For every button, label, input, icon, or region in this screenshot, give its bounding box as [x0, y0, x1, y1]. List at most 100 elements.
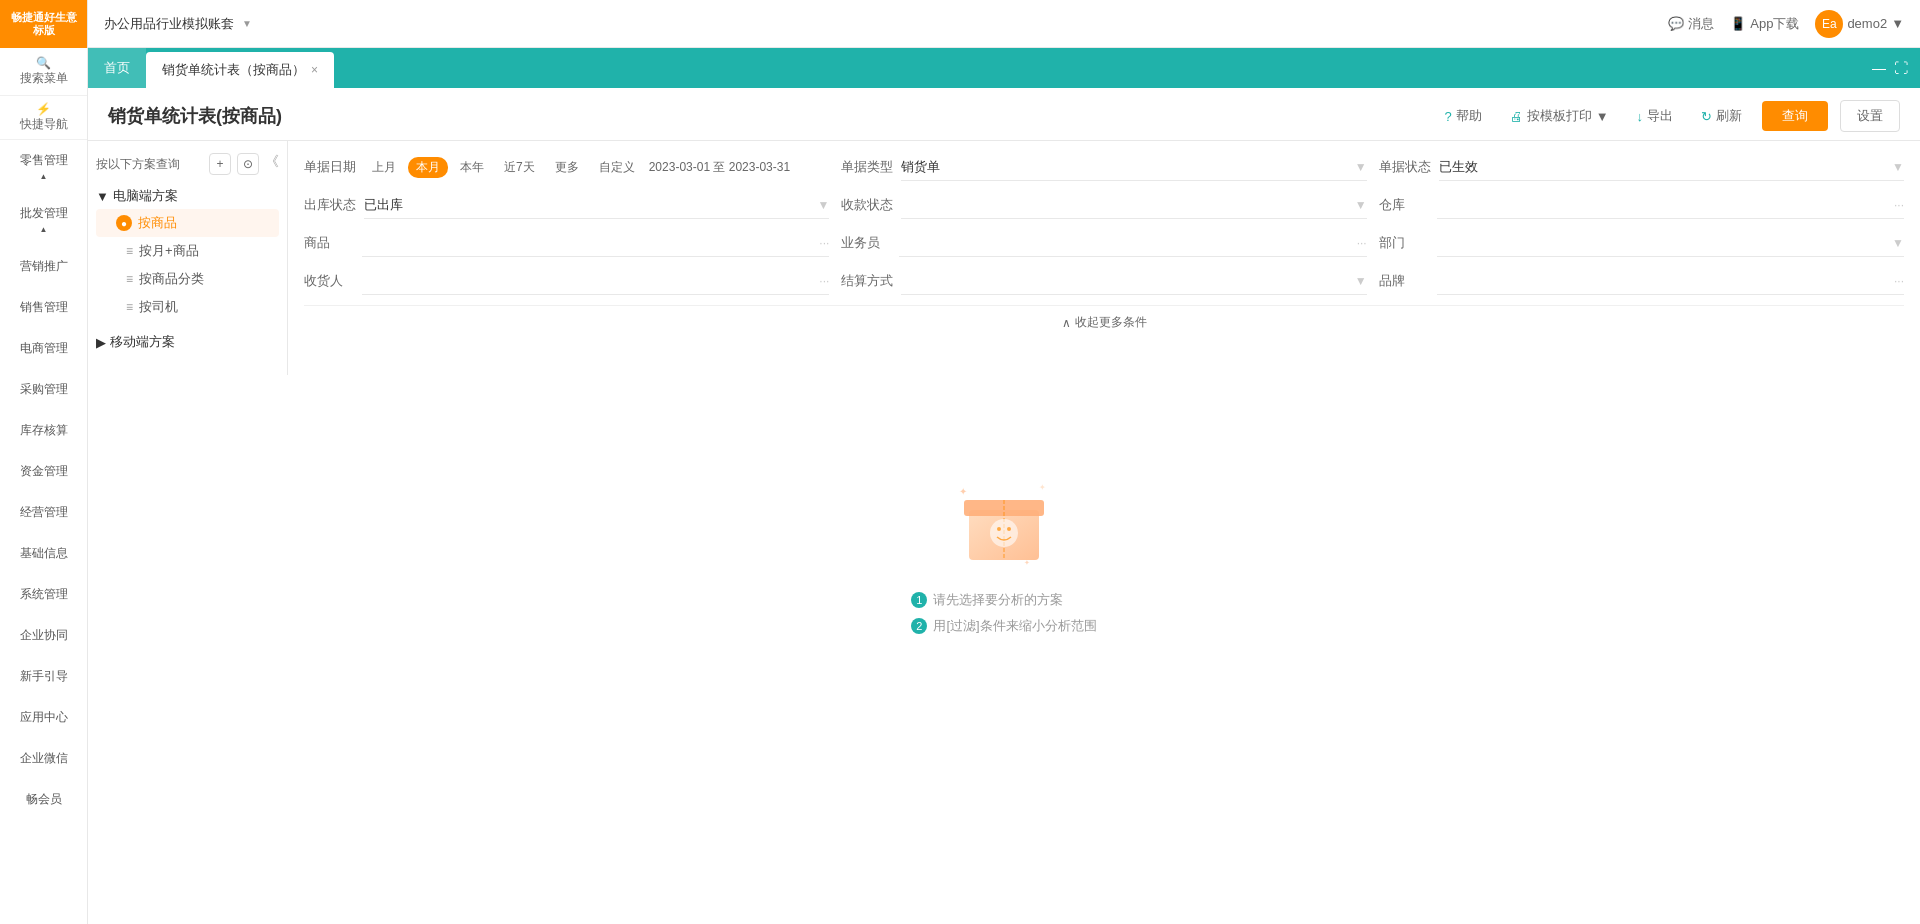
sidebar-search-menu[interactable]: 🔍 搜索菜单	[0, 48, 87, 96]
mobile-group-title[interactable]: ▶ 移动端方案	[96, 329, 279, 355]
search-icon: 🔍	[6, 56, 81, 70]
user-dropdown-icon: ▼	[1891, 16, 1904, 31]
date-tab-last-month[interactable]: 上月	[364, 157, 404, 178]
menu-label-3: 销售管理	[20, 299, 68, 316]
sidebar-item-12[interactable]: 新手引导	[0, 656, 87, 697]
receive-status-dropdown-icon[interactable]: ▼	[1355, 198, 1367, 212]
sidebar-item-15[interactable]: 畅会员	[0, 779, 87, 820]
sidebar-item-4[interactable]: 电商管理	[0, 328, 87, 369]
pc-group-title[interactable]: ▼ 电脑端方案	[96, 183, 279, 209]
print-btn[interactable]: 🖨 按模板打印 ▼	[1502, 103, 1617, 129]
doc-type-control[interactable]: 销货单 ▼	[901, 153, 1366, 181]
maximize-btn[interactable]: ⛶	[1894, 60, 1908, 76]
doc-status-control[interactable]: 已生效 ▼	[1439, 153, 1904, 181]
tab-home[interactable]: 首页	[88, 48, 146, 88]
out-status-dropdown-icon[interactable]: ▼	[817, 198, 829, 212]
pc-group-arrow: ▼	[96, 189, 109, 204]
print-dropdown-icon: ▼	[1596, 109, 1609, 124]
receive-status-control[interactable]: ▼	[901, 191, 1366, 219]
sidebar-item-8[interactable]: 经营管理	[0, 492, 87, 533]
settlement-control[interactable]: ▼	[901, 267, 1366, 295]
settlement-dropdown-icon[interactable]: ▼	[1355, 274, 1367, 288]
scheme-item-label-4: 按司机	[139, 298, 178, 316]
app-icon: 📱	[1730, 16, 1746, 31]
sidebar-item-2[interactable]: 营销推广	[0, 246, 87, 287]
sidebar-item-9[interactable]: 基础信息	[0, 533, 87, 574]
date-label: 单据日期	[304, 158, 356, 176]
scheme-item-driver[interactable]: ≡ 按司机	[96, 293, 279, 321]
doc-status-dropdown-icon[interactable]: ▼	[1892, 160, 1904, 174]
doc-status-label: 单据状态	[1379, 158, 1431, 176]
menu-arrow-0: ▲	[40, 172, 48, 181]
settlement-field: 结算方式 ▼	[841, 267, 1366, 295]
message-btn[interactable]: 💬 消息	[1668, 15, 1714, 33]
left-panel-title: 按以下方案查询	[96, 156, 180, 173]
dept-control[interactable]: ▼	[1437, 229, 1904, 257]
salesman-control[interactable]: ···	[899, 229, 1366, 257]
tab-sales-stats[interactable]: 销货单统计表（按商品） ×	[146, 52, 334, 88]
tab-close-btn[interactable]: ×	[311, 63, 318, 77]
scheme-item-month-goods[interactable]: ≡ 按月+商品	[96, 237, 279, 265]
settings-btn[interactable]: 设置	[1840, 100, 1900, 132]
refresh-label: 刷新	[1716, 107, 1742, 125]
collapse-panel-btn[interactable]: 《	[265, 153, 279, 175]
sidebar-item-3[interactable]: 销售管理	[0, 287, 87, 328]
date-tab-current-month[interactable]: 本月	[408, 157, 448, 178]
sidebar-item-10[interactable]: 系统管理	[0, 574, 87, 615]
sidebar-item-11[interactable]: 企业协同	[0, 615, 87, 656]
brand-dots-icon[interactable]: ···	[1894, 274, 1904, 288]
receiver-control[interactable]: ···	[362, 267, 829, 295]
salesman-dots-icon[interactable]: ···	[1357, 236, 1367, 250]
sidebar-item-5[interactable]: 采购管理	[0, 369, 87, 410]
brand-control[interactable]: ···	[1437, 267, 1904, 295]
edit-scheme-btn[interactable]: ⊙	[237, 153, 259, 175]
out-status-control[interactable]: 已出库 ▼	[364, 191, 829, 219]
sidebar-item-1[interactable]: 批发管理▲	[0, 193, 87, 246]
tab-spacer	[334, 48, 1860, 88]
scheme-item-by-goods[interactable]: ● 按商品	[96, 209, 279, 237]
user-menu[interactable]: Ea demo2 ▼	[1815, 10, 1904, 38]
refresh-icon: ↻	[1701, 109, 1712, 124]
header-right: 💬 消息 📱 App下载 Ea demo2 ▼	[1668, 10, 1904, 38]
scheme-item-goods-category[interactable]: ≡ 按商品分类	[96, 265, 279, 293]
empty-state: ✦ ✦ ✦ 1 请先选择要分析的方案 2 用[过滤]条件来缩小分析范围	[88, 375, 1920, 715]
date-field: 单据日期 上月 本月 本年 近7天 更多 自定义 20	[304, 157, 829, 178]
empty-tips: 1 请先选择要分析的方案 2 用[过滤]条件来缩小分析范围	[911, 591, 1096, 635]
date-tab-custom[interactable]: 自定义	[591, 157, 643, 178]
app-download-btn[interactable]: 📱 App下载	[1730, 15, 1799, 33]
industry-dropdown-icon[interactable]: ▼	[242, 18, 252, 29]
goods-dots-icon[interactable]: ···	[819, 236, 829, 250]
query-btn[interactable]: 查询	[1762, 101, 1828, 131]
collapse-filter-btn[interactable]: ∧ 收起更多条件	[304, 305, 1904, 339]
svg-point-5	[1007, 527, 1011, 531]
warehouse-dots-icon[interactable]: ···	[1894, 198, 1904, 212]
sidebar-item-13[interactable]: 应用中心	[0, 697, 87, 738]
refresh-btn[interactable]: ↻ 刷新	[1693, 103, 1750, 129]
add-scheme-btn[interactable]: +	[209, 153, 231, 175]
date-tab-7days[interactable]: 近7天	[496, 157, 543, 178]
sidebar-item-0[interactable]: 零售管理▲	[0, 140, 87, 193]
help-btn[interactable]: ? 帮助	[1436, 103, 1489, 129]
goods-control[interactable]: ···	[362, 229, 829, 257]
receiver-dots-icon[interactable]: ···	[819, 274, 829, 288]
export-btn[interactable]: ↓ 导出	[1629, 103, 1682, 129]
dept-field: 部门 ▼	[1379, 229, 1904, 257]
sidebar-item-6[interactable]: 库存核算	[0, 410, 87, 451]
doc-type-dropdown-icon[interactable]: ▼	[1355, 160, 1367, 174]
industry-name: 办公用品行业模拟账套	[104, 15, 234, 33]
search-label: 搜索菜单	[6, 70, 81, 87]
sidebar-logo-text: 畅捷通好生意	[11, 11, 77, 24]
sidebar-item-7[interactable]: 资金管理	[0, 451, 87, 492]
warehouse-control[interactable]: ···	[1437, 191, 1904, 219]
date-tab-current-year[interactable]: 本年	[452, 157, 492, 178]
sidebar-item-14[interactable]: 企业微信	[0, 738, 87, 779]
dept-dropdown-icon[interactable]: ▼	[1892, 236, 1904, 250]
out-status-label: 出库状态	[304, 196, 356, 214]
salesman-label: 业务员	[841, 234, 891, 252]
date-tab-more[interactable]: 更多	[547, 157, 587, 178]
print-label: 按模板打印	[1527, 107, 1592, 125]
menu-label-1: 批发管理	[20, 205, 68, 222]
doc-status-value: 已生效	[1439, 158, 1888, 176]
sidebar-quick-nav[interactable]: ⚡ 快捷导航	[0, 96, 87, 140]
minimize-btn[interactable]: —	[1872, 60, 1886, 76]
